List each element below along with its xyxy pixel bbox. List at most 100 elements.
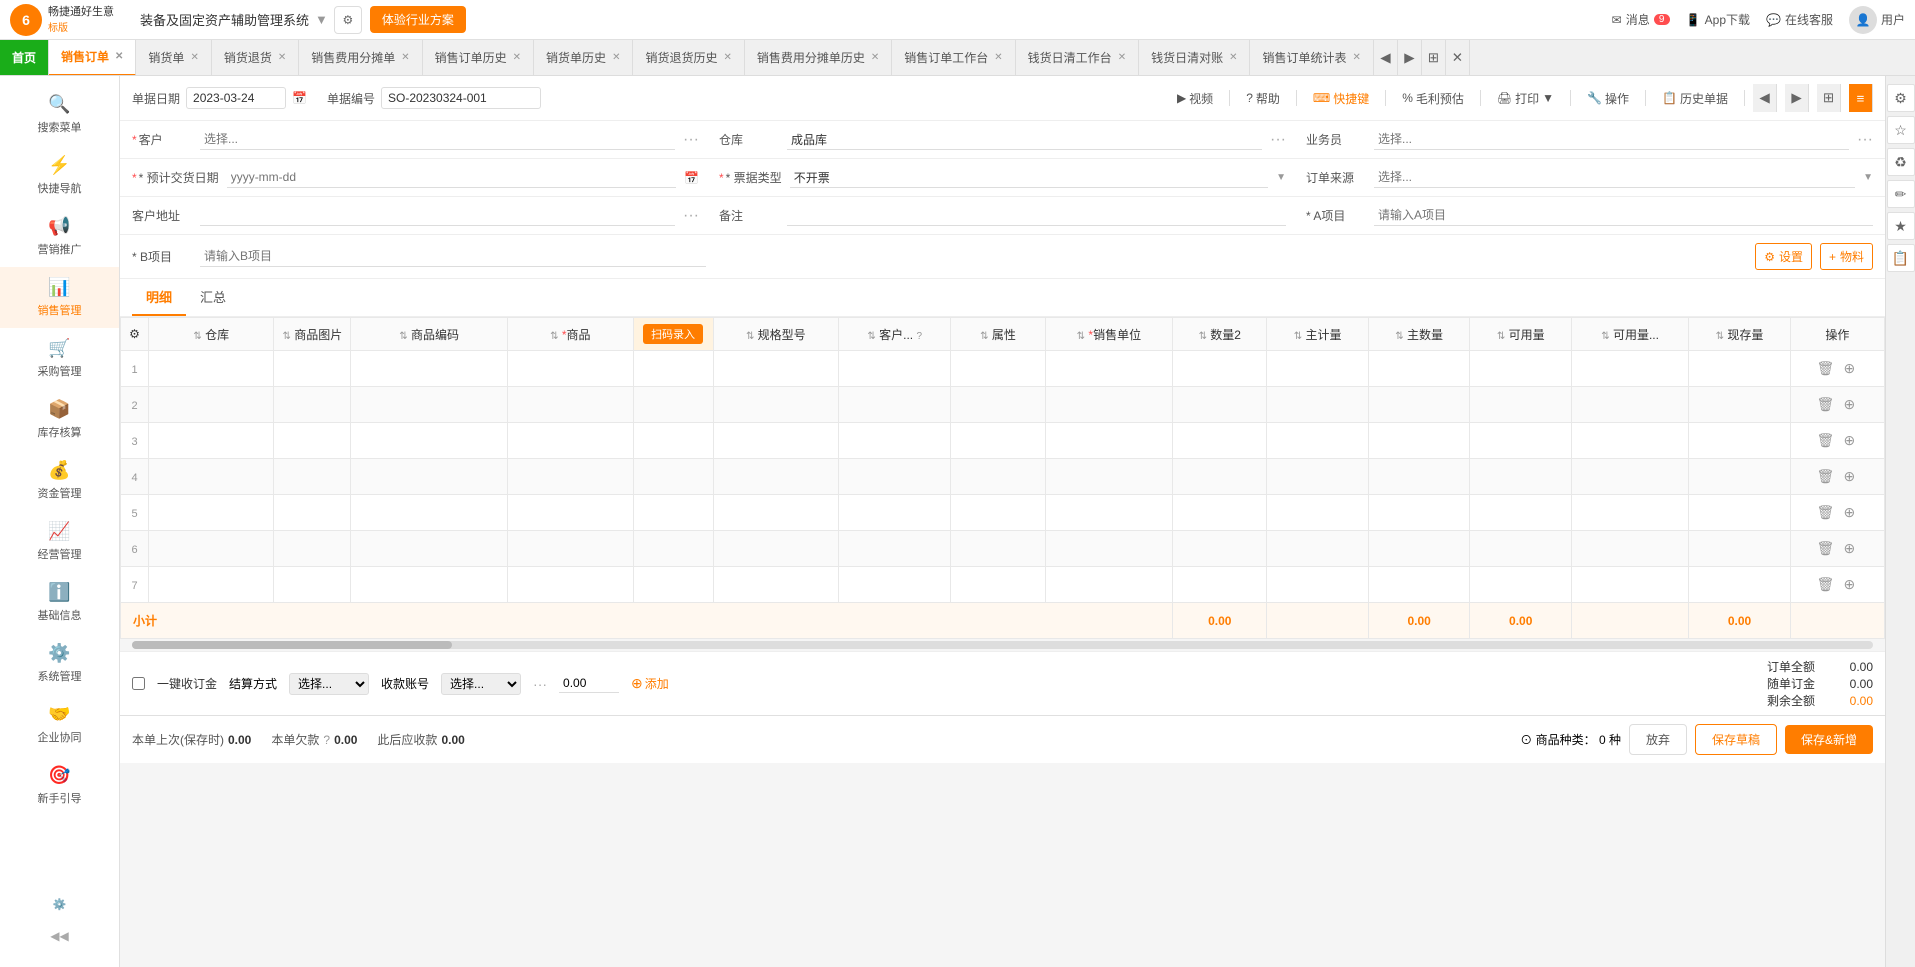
copy-icon[interactable]: ⊕ — [1839, 395, 1859, 415]
horizontal-scrollbar[interactable] — [132, 641, 1873, 649]
staff-more-icon[interactable]: ··· — [1857, 131, 1873, 149]
settle-amount-input[interactable] — [559, 674, 619, 693]
scan-btn[interactable]: 扫码录入 — [643, 324, 703, 344]
tab-next-btn[interactable]: ▶ — [1398, 40, 1422, 76]
right-panel-star-btn[interactable]: ☆ — [1887, 116, 1915, 144]
customer-more-icon[interactable]: ··· — [683, 131, 699, 149]
col-unit[interactable]: ⇅ *销售单位 — [1045, 318, 1173, 351]
sidebar-item-basic[interactable]: ℹ️ 基础信息 — [0, 572, 119, 633]
save-new-btn[interactable]: 保存&新增 — [1785, 725, 1873, 754]
delivery-date-input[interactable] — [227, 167, 676, 188]
col-attr[interactable]: ⇅ 属性 — [951, 318, 1045, 351]
col-main-unit[interactable]: ⇅ 主计量 — [1267, 318, 1369, 351]
tab-close-icon[interactable]: ✕ — [612, 52, 620, 63]
scroll-thumb[interactable] — [132, 641, 452, 649]
tab-slip-hist[interactable]: 销货单历史 ✕ — [534, 40, 633, 76]
tab-close-icon[interactable]: ✕ — [723, 52, 731, 63]
delivery-calendar-icon[interactable]: 📅 — [684, 171, 699, 185]
sidebar-settings-btn[interactable]: ⚙️ — [47, 892, 73, 917]
tab-fee-split[interactable]: 销售费用分摊单 ✕ — [299, 40, 422, 76]
tab-stat[interactable]: 销售订单统计表 ✕ — [1250, 40, 1373, 76]
col-settings[interactable]: ⚙ — [121, 318, 149, 351]
calendar-icon[interactable]: 📅 — [292, 91, 307, 105]
tab-prev-btn[interactable]: ◀ — [1374, 40, 1398, 76]
ops-btn[interactable]: 🔧 操作 — [1579, 87, 1637, 110]
print-btn[interactable]: 🖨 打印 ▼ — [1489, 87, 1562, 110]
a-project-input[interactable] — [1374, 205, 1873, 226]
staff-input[interactable] — [1374, 129, 1849, 150]
col-code[interactable]: ⇅ 商品编码 — [351, 318, 508, 351]
b-project-input[interactable] — [200, 246, 706, 267]
copy-icon[interactable]: ⊕ — [1839, 467, 1859, 487]
tab-order-workbench[interactable]: 销售订单工作台 ✕ — [892, 40, 1015, 76]
copy-icon[interactable]: ⊕ — [1839, 539, 1859, 559]
tab-daily-clear[interactable]: 钱货日清工作台 ✕ — [1016, 40, 1139, 76]
sidebar-item-quick[interactable]: ⚡ 快捷导航 — [0, 145, 119, 206]
tab-close-icon[interactable]: ✕ — [401, 52, 409, 63]
col-spec[interactable]: ⇅ 规格型号 — [713, 318, 838, 351]
sidebar-collapse-btn[interactable]: ◀◀ — [42, 921, 76, 951]
copy-icon[interactable]: ⊕ — [1839, 359, 1859, 379]
add-material-btn[interactable]: + 物料 — [1820, 243, 1873, 270]
online-support-item[interactable]: 💬 在线客服 — [1766, 11, 1833, 28]
video-btn[interactable]: ▶ 视频 — [1169, 87, 1221, 110]
order-source-dropdown-icon[interactable]: ▼ — [1863, 172, 1873, 183]
warehouse-input[interactable] — [787, 129, 1262, 150]
tab-expand-btn[interactable]: ⊞ — [1422, 40, 1446, 76]
tab-summary[interactable]: 汇总 — [186, 279, 240, 316]
date-input[interactable] — [186, 87, 286, 109]
customer-input[interactable] — [200, 129, 675, 150]
tab-close-icon[interactable]: ✕ — [115, 51, 123, 62]
tab-return-hist[interactable]: 销货退货历史 ✕ — [633, 40, 744, 76]
tab-close-icon[interactable]: ✕ — [1229, 52, 1237, 63]
profit-btn[interactable]: % 毛利预估 — [1394, 87, 1472, 110]
tab-close-icon[interactable]: ✕ — [190, 52, 198, 63]
sidebar-item-guide[interactable]: 🎯 新手引导 — [0, 755, 119, 816]
message-item[interactable]: ✉ 消息 9 — [1612, 11, 1670, 28]
tab-return[interactable]: 销货退货 ✕ — [212, 40, 299, 76]
one-click-checkbox[interactable] — [132, 677, 145, 690]
delete-icon[interactable]: 🗑 — [1815, 575, 1835, 595]
right-panel-fav-btn[interactable]: ★ — [1887, 212, 1915, 240]
order-source-input[interactable] — [1374, 167, 1855, 188]
discard-btn[interactable]: 放弃 — [1629, 724, 1687, 755]
sidebar-item-operations[interactable]: 📈 经营管理 — [0, 511, 119, 572]
col-stock[interactable]: ⇅ 现存量 — [1689, 318, 1791, 351]
tab-fee-hist[interactable]: 销售费用分摊单历史 ✕ — [745, 40, 892, 76]
tab-home[interactable]: 首页 — [0, 40, 49, 76]
discount-help-icon[interactable]: ? — [323, 733, 330, 747]
sidebar-item-finance[interactable]: 💰 资金管理 — [0, 450, 119, 511]
tab-close-icon[interactable]: ✕ — [994, 52, 1002, 63]
tab-close-icon[interactable]: ✕ — [1118, 52, 1126, 63]
right-panel-clip-btn[interactable]: 📋 — [1887, 244, 1915, 272]
prev-page-btn[interactable]: ◀ — [1753, 84, 1777, 112]
addr-more-icon[interactable]: ··· — [683, 207, 699, 225]
delete-icon[interactable]: 🗑 — [1815, 467, 1835, 487]
sidebar-item-system[interactable]: ⚙️ 系统管理 — [0, 633, 119, 694]
tab-order-hist[interactable]: 销售订单历史 ✕ — [423, 40, 534, 76]
col-scan[interactable]: 扫码录入 — [633, 318, 713, 351]
sidebar-item-collab[interactable]: 🤝 企业协同 — [0, 694, 119, 755]
tab-detail[interactable]: 明细 — [132, 279, 186, 316]
delete-icon[interactable]: 🗑 — [1815, 395, 1835, 415]
copy-icon[interactable]: ⊕ — [1839, 503, 1859, 523]
list-view-btn[interactable]: ≡ — [1849, 84, 1873, 112]
tab-close-icon[interactable]: ✕ — [278, 52, 286, 63]
right-panel-edit-btn[interactable]: ✏ — [1887, 180, 1915, 208]
tab-reconcile[interactable]: 钱货日清对账 ✕ — [1139, 40, 1250, 76]
payment-method-select[interactable]: 选择... — [289, 673, 369, 695]
right-panel-settings-btn[interactable]: ⚙ — [1887, 84, 1915, 112]
settle-more-icon[interactable]: ··· — [533, 676, 547, 692]
settings-button[interactable]: ⚙ — [334, 6, 362, 34]
tab-sales-slip[interactable]: 销货单 ✕ — [136, 40, 211, 76]
col-qty2[interactable]: ⇅ 数量2 — [1173, 318, 1267, 351]
col-image[interactable]: ⇅ 商品图片 — [274, 318, 351, 351]
copy-icon[interactable]: ⊕ — [1839, 431, 1859, 451]
invoice-dropdown-icon[interactable]: ▼ — [1276, 172, 1286, 183]
sidebar-item-purchase[interactable]: 🛒 采购管理 — [0, 328, 119, 389]
tab-close-all-btn[interactable]: ✕ — [1446, 40, 1470, 76]
delete-icon[interactable]: 🗑 — [1815, 359, 1835, 379]
copy-icon[interactable]: ⊕ — [1839, 575, 1859, 595]
tab-sales-order[interactable]: 销售订单 ✕ — [49, 40, 136, 76]
invoice-type-input[interactable] — [790, 167, 1268, 188]
